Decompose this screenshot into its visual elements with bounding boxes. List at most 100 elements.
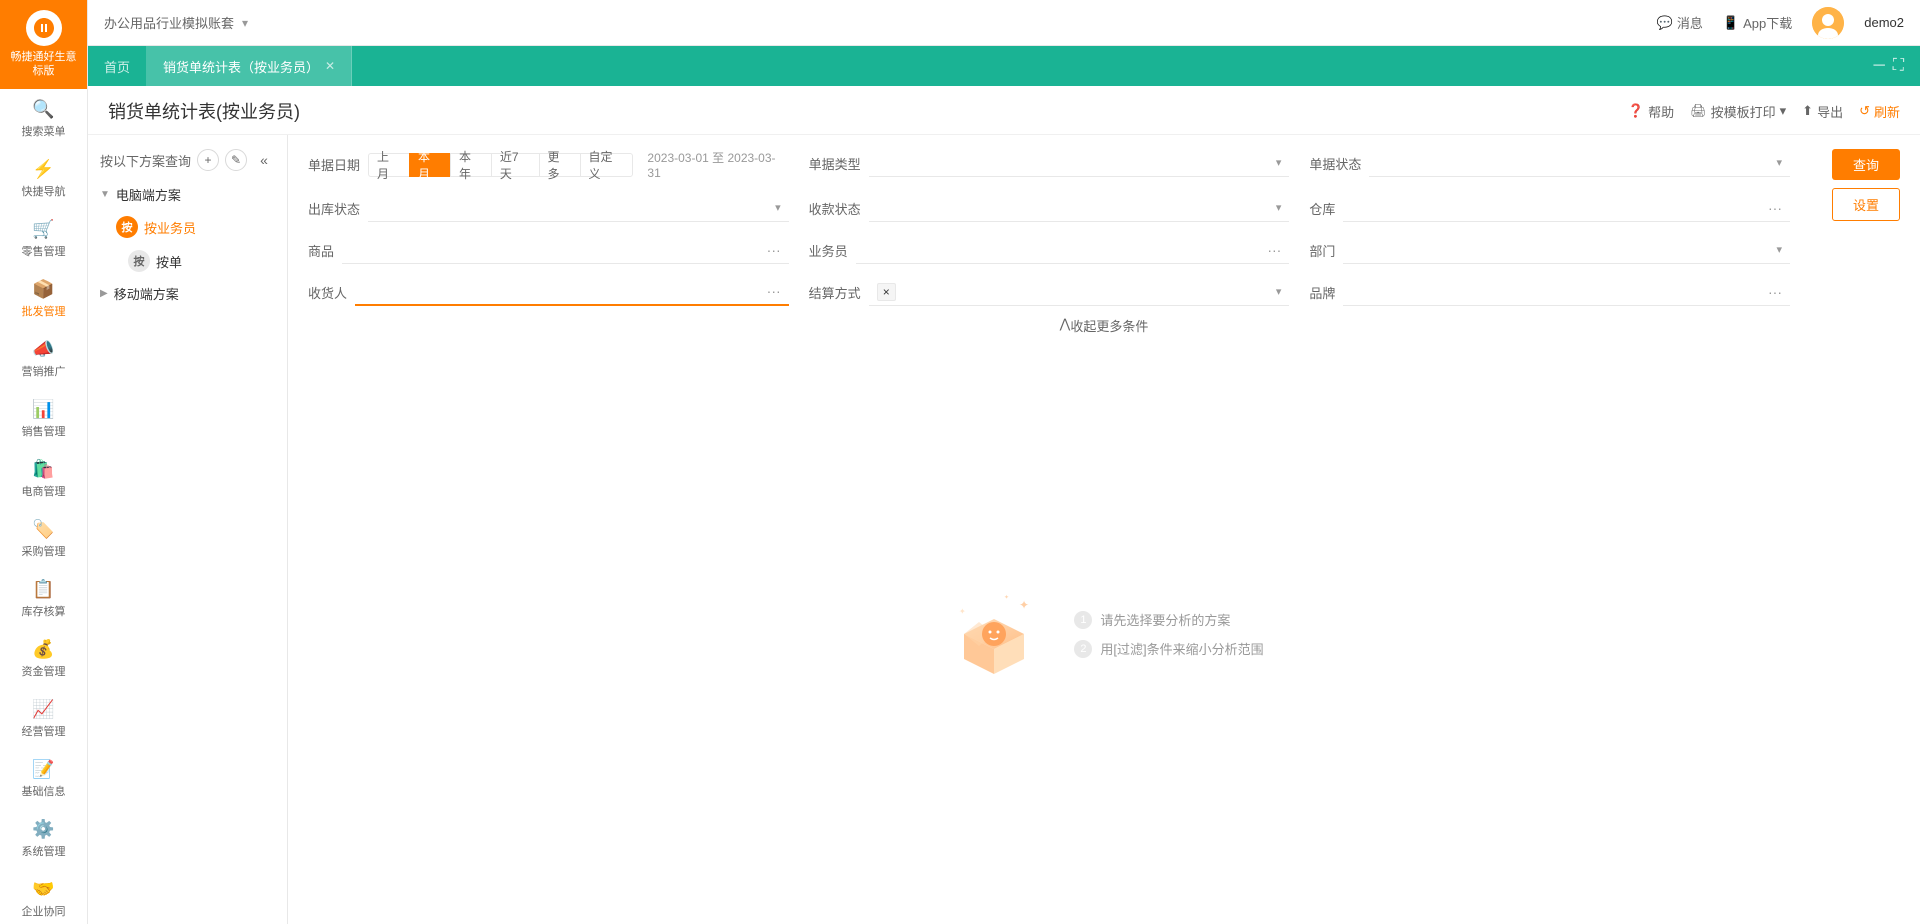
brand-dots[interactable]: ··· [1768,284,1782,300]
sidebar-item-basic-info[interactable]: 📝 基础信息 [0,749,87,809]
sidebar-item-operation[interactable]: 📈 经营管理 [0,689,87,749]
sidebar: 畅捷通好生意 标版 🔍 搜索菜单 ⚡ 快捷导航 🛒 零售管理 📦 批发管理 📣 … [0,0,88,924]
tabbar: 首页 销货单统计表（按业务员） ✕ ─ ⛶ [88,46,1920,86]
help-label: 帮助 [1648,102,1674,121]
tab-minimize-btn[interactable]: ─ [1873,58,1884,74]
sidebar-item-marketing[interactable]: 📣 营销推广 [0,329,87,389]
empty-state: ✦ ✦ ✦ 1 请先选择要分析的方案 2 [288,343,1920,924]
query-button[interactable]: 查询 [1832,149,1900,180]
empty-tip-2: 2 用[过滤]条件来缩小分析范围 [1074,639,1263,658]
tip-num-1: 1 [1074,611,1092,629]
sidebar-item-quick-nav[interactable]: ⚡ 快捷导航 [0,149,87,209]
app-download-btn[interactable]: 📱 App下载 [1723,13,1792,32]
template-print-label: 按模板打印 [1711,102,1776,121]
date-btn-this-month[interactable]: 本月 [409,153,450,177]
tree-mobile-group-item[interactable]: ▶ 移动端方案 [88,278,287,309]
product-dots[interactable]: ··· [767,242,781,258]
tree-leaf-by-salesperson[interactable]: 按 按业务员 [104,210,287,244]
sidebar-item-sales-mgmt[interactable]: 📊 销售管理 [0,389,87,449]
warehouse-dots[interactable]: ··· [1768,200,1782,216]
date-btn-custom[interactable]: 自定义 [580,153,634,177]
sidebar-item-system[interactable]: ⚙️ 系统管理 [0,809,87,869]
bill-status-select[interactable]: ▾ [1369,149,1790,177]
date-btn-this-year[interactable]: 本年 [450,153,491,177]
product-input[interactable]: ··· [342,236,789,264]
user-avatar[interactable] [1812,7,1844,39]
tab-maximize-btn[interactable]: ⛶ [1893,58,1904,74]
ecommerce-icon: 🛍️ [32,459,54,480]
warehouse-input[interactable]: ··· [1343,194,1790,222]
message-btn[interactable]: 💬 消息 [1657,13,1703,32]
logo-area[interactable]: 畅捷通好生意 标版 [0,0,87,89]
sidebar-item-purchase[interactable]: 🏷️ 采购管理 [0,509,87,569]
settlement-label: 结算方式 [809,283,861,302]
edit-scheme-btn[interactable]: ✎ [225,149,247,171]
operation-icon: 📈 [32,699,54,720]
tree-pc-group-item[interactable]: ▼ 电脑端方案 [88,179,287,210]
sidebar-item-ecommerce[interactable]: 🛍️ 电商管理 [0,449,87,509]
bill-status-caret: ▾ [1776,156,1782,169]
date-btn-7days[interactable]: 近7天 [491,153,539,177]
export-btn[interactable]: ⬆ 导出 [1802,102,1843,121]
collection-status-select[interactable]: ▾ [869,194,1290,222]
bill-type-label: 单据类型 [809,154,861,173]
tab-close-icon[interactable]: ✕ [325,59,335,73]
inventory-icon: 📋 [32,579,54,600]
tree-pc-group-label: 电脑端方案 [116,185,181,204]
sidebar-item-retail[interactable]: 🛒 零售管理 [0,209,87,269]
date-btn-more[interactable]: 更多 [539,153,580,177]
template-print-arrow: ▾ [1780,103,1787,119]
tree-children: 按 按业务员 按 按单 [88,210,287,278]
corp-icon: 🤝 [32,879,54,900]
user-name[interactable]: demo2 [1864,15,1904,30]
brand-input[interactable]: ··· [1343,278,1790,306]
sidebar-item-search[interactable]: 🔍 搜索菜单 [0,89,87,149]
search-icon: 🔍 [32,99,54,120]
collapse-more-btn[interactable]: ⋀ 收起更多条件 [308,306,1900,343]
left-panel-actions: + ✎ « [197,149,275,171]
collapse-panel-btn[interactable]: « [253,149,275,171]
download-icon: 📱 [1723,15,1739,31]
department-select[interactable]: ▾ [1343,236,1790,264]
outbound-status-select[interactable]: ▾ [368,194,789,222]
empty-icon: ✦ ✦ ✦ [944,584,1044,684]
sidebar-item-wholesale[interactable]: 📦 批发管理 [0,269,87,329]
purchase-icon: 🏷️ [32,519,54,540]
tabbar-end-btns: ─ ⛶ [1873,58,1920,74]
tab-sales-stats[interactable]: 销货单统计表（按业务员） ✕ [147,46,352,86]
empty-tip-1: 1 请先选择要分析的方案 [1074,610,1263,629]
collapse-up-icon: ⋀ [1060,316,1071,335]
topbar-dropdown-icon[interactable]: ▾ [242,16,248,30]
bill-type-select[interactable]: ▾ [869,149,1290,177]
template-print-btn[interactable]: 🖨 按模板打印 ▾ [1690,102,1786,121]
retail-icon: 🛒 [32,219,54,240]
recipient-dots[interactable]: ··· [767,283,781,299]
tab-home[interactable]: 首页 [88,46,147,86]
settlement-clear-tag[interactable]: × [877,283,896,301]
warehouse-label: 仓库 [1309,199,1335,218]
bill-type-caret: ▾ [1276,156,1282,169]
salesperson-input[interactable]: ··· [856,236,1290,264]
recipient-input[interactable]: ··· [355,278,789,306]
date-btn-last-month[interactable]: 上月 [368,153,409,177]
sidebar-item-corp[interactable]: 🤝 企业协同 [0,869,87,924]
salesperson-label: 业务员 [809,241,848,260]
add-scheme-btn[interactable]: + [197,149,219,171]
outbound-status-label: 出库状态 [308,199,360,218]
topbar-left: 办公用品行业模拟账套 ▾ [104,13,248,32]
tree-leaf-by-salesperson-label: 按业务员 [144,218,196,237]
topbar-right: 💬 消息 📱 App下载 demo2 [1657,7,1904,39]
date-range-text: 2023-03-01 至 2023-03-31 [647,149,788,180]
refresh-btn[interactable]: ↺ 刷新 [1859,102,1900,121]
salesperson-dots[interactable]: ··· [1267,242,1281,258]
marketing-icon: 📣 [32,339,54,360]
topbar: 办公用品行业模拟账套 ▾ 💬 消息 📱 App下载 demo2 [88,0,1920,46]
settlement-select[interactable]: × ▾ [869,278,1290,306]
topbar-title: 办公用品行业模拟账套 [104,13,234,32]
sidebar-item-inventory[interactable]: 📋 库存核算 [0,569,87,629]
tree-sub-leaf-by-order[interactable]: 按 按单 [104,244,287,278]
help-btn[interactable]: ❓ 帮助 [1628,102,1674,121]
settings-button[interactable]: 设置 [1832,188,1900,221]
app-download-label: App下载 [1743,13,1792,32]
sidebar-item-finance[interactable]: 💰 资金管理 [0,629,87,689]
